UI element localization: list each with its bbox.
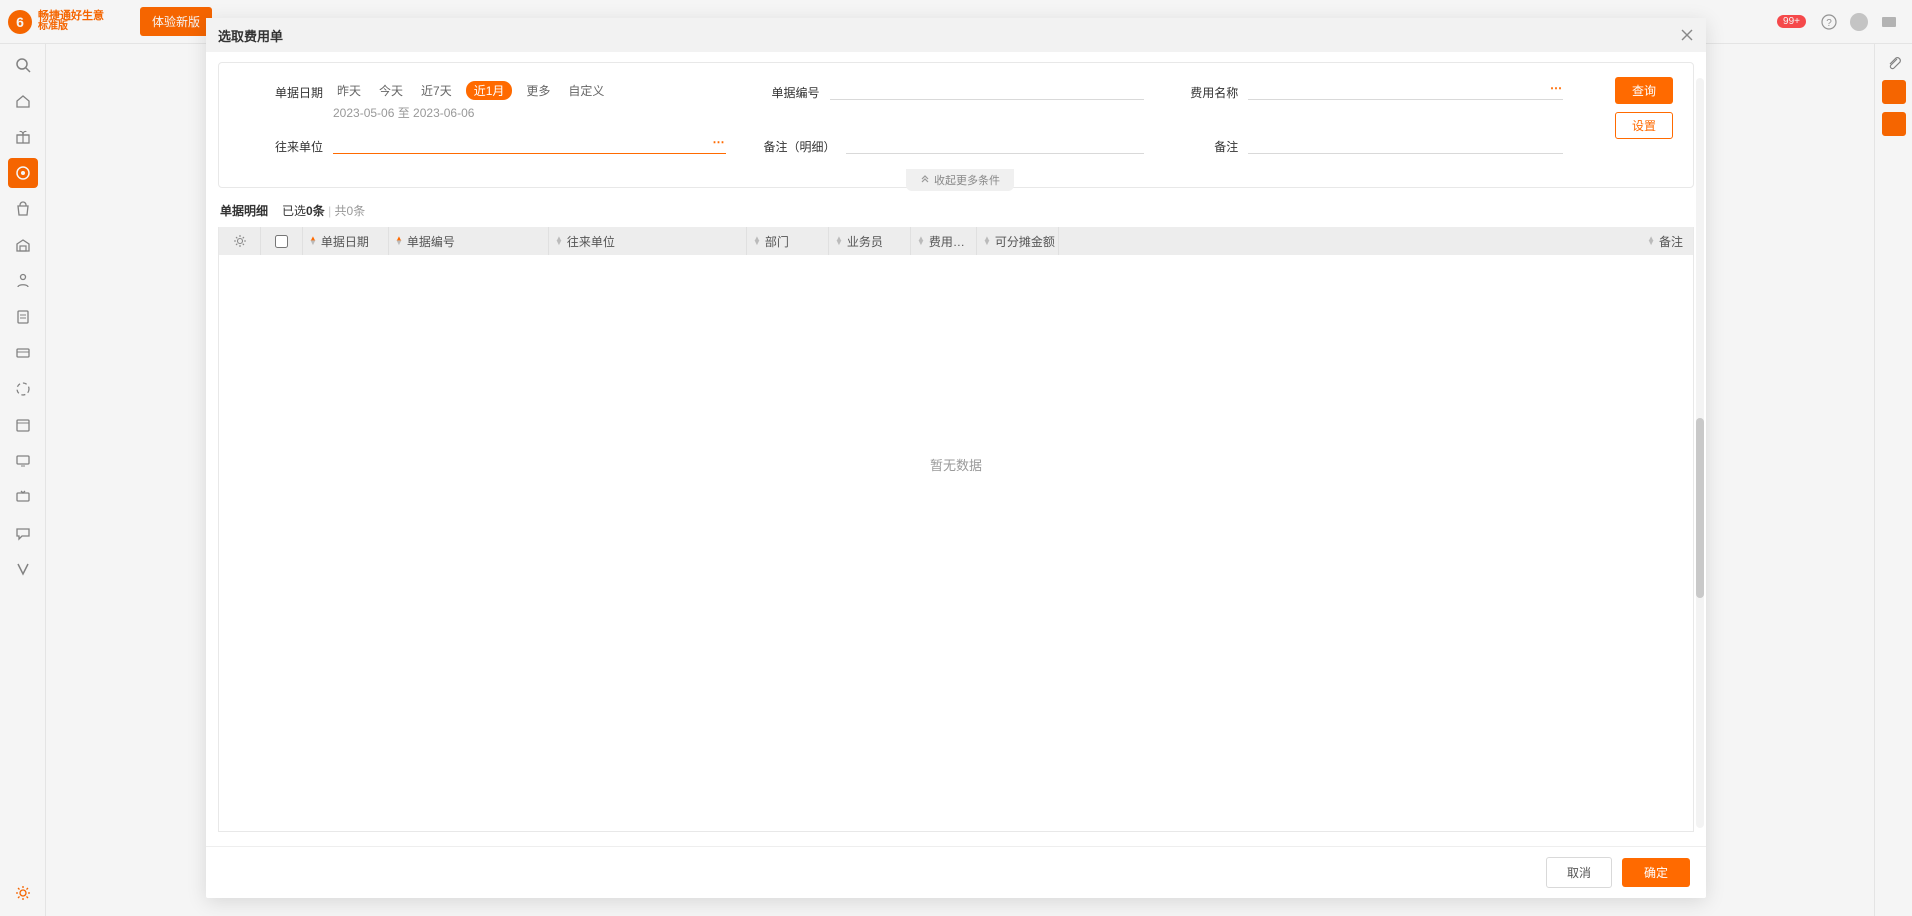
th-party[interactable]: ▲▼ 往来单位 <box>549 227 747 255</box>
select-fee-modal: 选取费用单 查询 设置 单据日期 昨天 今天 <box>206 18 1706 898</box>
table-h-scrollbar[interactable] <box>218 832 1694 846</box>
chip-more[interactable]: 更多 <box>522 81 554 100</box>
filter-date-label: 单据日期 <box>259 81 323 101</box>
chip-1m[interactable]: 近1月 <box>466 81 513 100</box>
filter-party-label: 往来单位 <box>259 135 323 155</box>
th-party-label: 往来单位 <box>567 233 615 250</box>
remark-input[interactable] <box>1248 135 1563 154</box>
filter-remark-detail-label: 备注（明细） <box>756 135 836 155</box>
collapse-text: 收起更多条件 <box>934 172 1000 188</box>
detail-label: 单据明细 <box>220 202 268 219</box>
filter-card: 查询 设置 单据日期 昨天 今天 近7天 近1月 更多 <box>218 62 1694 188</box>
search-button[interactable]: 查询 <box>1615 77 1673 104</box>
date-range-text: 2023-05-06 至 2023-06-06 <box>333 104 726 121</box>
chip-custom[interactable]: 自定义 <box>564 81 608 100</box>
modal-footer: 取消 确定 <box>206 846 1706 898</box>
table-empty-text: 暂无数据 <box>219 255 1693 674</box>
selected-prefix: 已选 <box>282 204 306 218</box>
table-header: ▲▼ 单据日期 ▲▼ 单据编号 ▲▼ 往来单位 ▲▼ 部门 <box>219 227 1693 255</box>
doc-no-input[interactable] <box>830 81 1145 100</box>
th-sales[interactable]: ▲▼ 业务员 <box>829 227 911 255</box>
chip-yesterday[interactable]: 昨天 <box>333 81 365 100</box>
total-count: 共0条 <box>335 204 366 218</box>
th-dept-label: 部门 <box>765 233 789 250</box>
gear-icon <box>233 234 247 248</box>
cancel-button[interactable]: 取消 <box>1546 857 1612 888</box>
modal-title: 选取费用单 <box>218 26 283 45</box>
fee-name-more-icon[interactable]: ⋯ <box>1550 81 1563 95</box>
th-no[interactable]: ▲▼ 单据编号 <box>389 227 549 255</box>
th-sales-label: 业务员 <box>847 233 883 250</box>
settings-button[interactable]: 设置 <box>1615 112 1673 139</box>
column-config-button[interactable] <box>219 227 261 255</box>
collapse-conditions-toggle[interactable]: 收起更多条件 <box>906 169 1014 191</box>
th-fee-label: 费用… <box>929 233 965 250</box>
party-more-icon[interactable]: ⋯ <box>713 135 726 149</box>
checkbox-input[interactable] <box>275 235 288 248</box>
chip-7d[interactable]: 近7天 <box>417 81 456 100</box>
th-dept[interactable]: ▲▼ 部门 <box>747 227 829 255</box>
filter-docno-label: 单据编号 <box>756 81 820 101</box>
th-remark[interactable]: ▲▼ 备注 <box>1059 227 1693 255</box>
modal-close-button[interactable] <box>1676 24 1698 46</box>
fee-name-input[interactable] <box>1248 81 1563 100</box>
selected-count: 0条 <box>306 204 325 218</box>
table-area: ▲▼ 单据日期 ▲▼ 单据编号 ▲▼ 往来单位 ▲▼ 部门 <box>218 227 1694 832</box>
th-alloc-label: 可分摊金额 <box>995 233 1055 250</box>
filter-remark-label: 备注 <box>1174 135 1238 155</box>
modal-overlay: 选取费用单 查询 设置 单据日期 昨天 今天 <box>0 0 1912 916</box>
modal-header: 选取费用单 <box>206 18 1706 52</box>
th-date[interactable]: ▲▼ 单据日期 <box>303 227 389 255</box>
th-no-label: 单据编号 <box>407 233 455 250</box>
close-icon <box>1680 28 1694 42</box>
th-date-label: 单据日期 <box>321 233 369 250</box>
filter-feename-label: 费用名称 <box>1174 81 1238 101</box>
party-input[interactable] <box>333 135 726 154</box>
confirm-button[interactable]: 确定 <box>1622 858 1690 887</box>
th-fee[interactable]: ▲▼ 费用… <box>911 227 977 255</box>
modal-v-scrollbar[interactable] <box>1696 78 1704 828</box>
chevron-up-double-icon <box>920 175 930 185</box>
chip-today[interactable]: 今天 <box>375 81 407 100</box>
select-all-checkbox[interactable] <box>261 227 303 255</box>
th-remark-label: 备注 <box>1659 233 1683 250</box>
th-alloc[interactable]: ▲▼ 可分摊金额 <box>977 227 1059 255</box>
remark-detail-input[interactable] <box>846 135 1145 154</box>
mid-summary-row: 单据明细 已选0条 | 共0条 <box>220 202 1692 219</box>
